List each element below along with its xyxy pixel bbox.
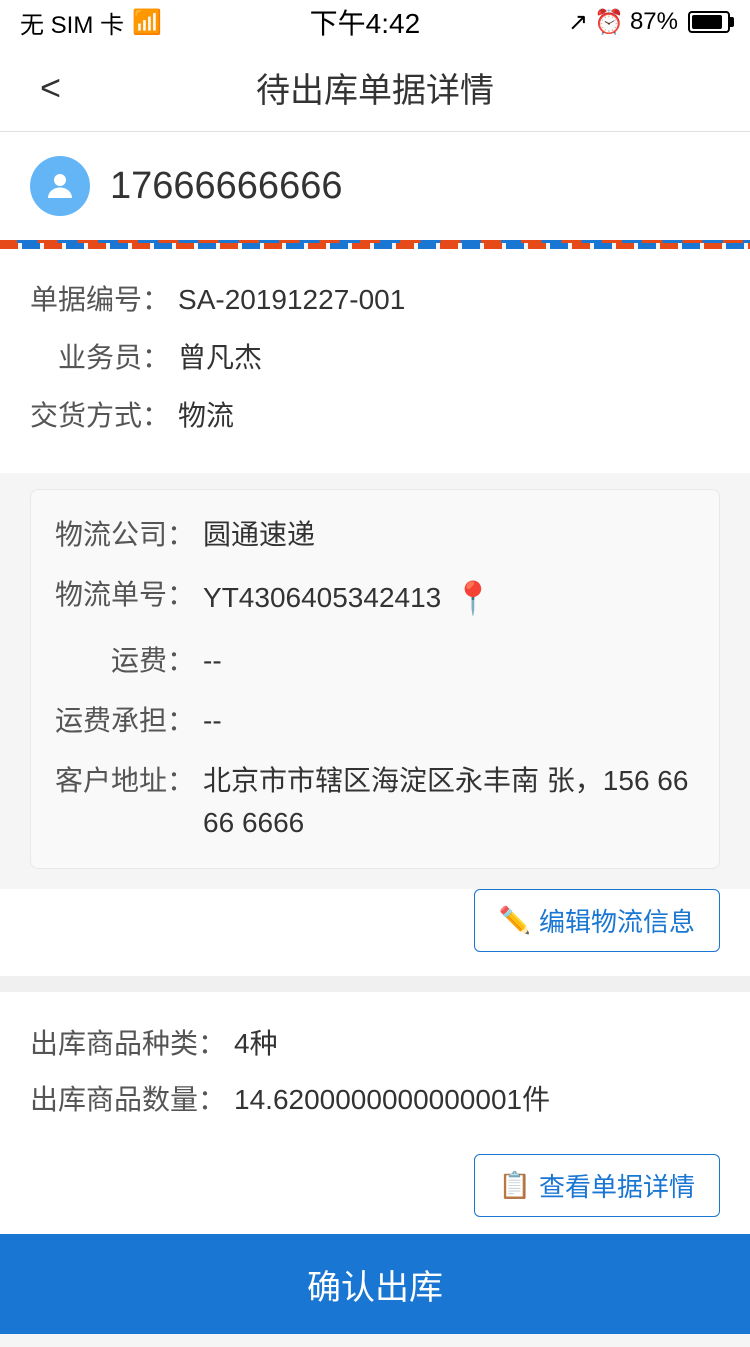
view-btn-label: 查看单据详情 <box>539 1167 695 1204</box>
doc-number-label: 单据编号： <box>30 279 170 321</box>
quantity-label: 出库商品数量： <box>30 1078 226 1118</box>
delivery-row: 交货方式： 物流 <box>30 395 720 437</box>
address-value: 北京市市辖区海淀区永丰南 张，156 6666 6666 <box>203 760 695 844</box>
freight-value: -- <box>203 640 695 682</box>
wifi-icon: 📶 <box>132 8 162 37</box>
logistics-company-row: 物流公司： 圆通速递 <box>55 514 695 556</box>
page-wrapper: 无 SIM 卡 📶 下午4:42 ↗ ⏰ 87% < 待出库单据详情 <box>0 0 750 1347</box>
doc-number-row: 单据编号： SA-20191227-001 <box>30 279 720 321</box>
freight-bear-value: -- <box>203 700 695 742</box>
salesman-row: 业务员： 曾凡杰 <box>30 337 720 379</box>
delivery-label: 交货方式： <box>30 395 170 437</box>
status-right: ↗ ⏰ 87% <box>568 8 730 37</box>
freight-label: 运费： <box>55 640 195 682</box>
tracking-row: 物流单号： YT43064053424​13 📍 <box>55 574 695 622</box>
logistics-company-label: 物流公司： <box>55 514 195 556</box>
alarm-icon: ⏰ <box>594 8 624 37</box>
user-header: 17666666666 <box>0 132 750 243</box>
edit-btn-row: ✏️ 编辑物流信息 <box>0 889 750 976</box>
content-area: 17666666666 单据编号： SA-20191227-001 业务员： 曾… <box>0 132 750 1247</box>
address-label: 客户地址： <box>55 760 195 802</box>
section-separator <box>0 976 750 992</box>
battery-icon <box>688 11 730 33</box>
logistics-card: 物流公司： 圆通速递 物流单号： YT43064053424​13 📍 运费： … <box>30 489 720 869</box>
location-status-icon: ↗ <box>568 8 588 37</box>
address-row: 客户地址： 北京市市辖区海淀区永丰南 张，156 6666 6666 <box>55 760 695 844</box>
freight-bear-row: 运费承担： -- <box>55 700 695 742</box>
status-left: 无 SIM 卡 📶 <box>20 5 162 40</box>
confirm-button[interactable]: 确认出库 <box>307 1260 443 1309</box>
nav-bar: < 待出库单据详情 <box>0 44 750 132</box>
edit-logistics-button[interactable]: ✏️ 编辑物流信息 <box>474 889 720 952</box>
edit-icon: ✏️ <box>499 905 531 936</box>
type-row: 出库商品种类： 4种 <box>30 1022 720 1062</box>
freight-row: 运费： -- <box>55 640 695 682</box>
person-icon <box>42 168 78 204</box>
basic-info-section: 单据编号： SA-20191227-001 业务员： 曾凡杰 交货方式： 物流 <box>0 249 750 473</box>
list-icon: 📋 <box>499 1170 531 1201</box>
type-label: 出库商品种类： <box>30 1022 226 1062</box>
salesman-value: 曾凡杰 <box>178 337 720 379</box>
quantity-row: 出库商品数量： 14.62000000000000​01件 <box>30 1078 720 1118</box>
logistics-company-value: 圆通速递 <box>203 514 695 556</box>
status-time: 下午4:42 <box>310 2 421 42</box>
type-value: 4种 <box>234 1022 278 1062</box>
edit-btn-label: 编辑物流信息 <box>539 902 695 939</box>
user-phone: 17666666666 <box>110 165 342 208</box>
view-detail-button[interactable]: 📋 查看单据详情 <box>474 1154 720 1217</box>
page-title: 待出库单据详情 <box>256 63 494 112</box>
map-pin-icon[interactable]: 📍 <box>453 574 493 622</box>
battery-fill <box>692 15 722 29</box>
confirm-btn-container: 确认出库 <box>0 1234 750 1334</box>
user-avatar <box>30 156 90 216</box>
quantity-value: 14.62000000000000​01件 <box>234 1078 550 1118</box>
battery-percent: 87% <box>630 8 678 36</box>
back-button[interactable]: < <box>30 57 71 119</box>
salesman-label: 业务员： <box>30 337 170 379</box>
tracking-number: YT43064053424​13 <box>203 577 441 619</box>
tracking-value: YT43064053424​13 📍 <box>203 574 695 622</box>
freight-bear-label: 运费承担： <box>55 700 195 742</box>
summary-section: 出库商品种类： 4种 出库商品数量： 14.62000000000000​01件 <box>0 992 750 1154</box>
status-bar: 无 SIM 卡 📶 下午4:42 ↗ ⏰ 87% <box>0 0 750 44</box>
tracking-label: 物流单号： <box>55 574 195 616</box>
delivery-value: 物流 <box>178 395 720 437</box>
doc-number-value: SA-20191227-001 <box>178 279 720 321</box>
carrier-text: 无 SIM 卡 <box>20 5 124 40</box>
